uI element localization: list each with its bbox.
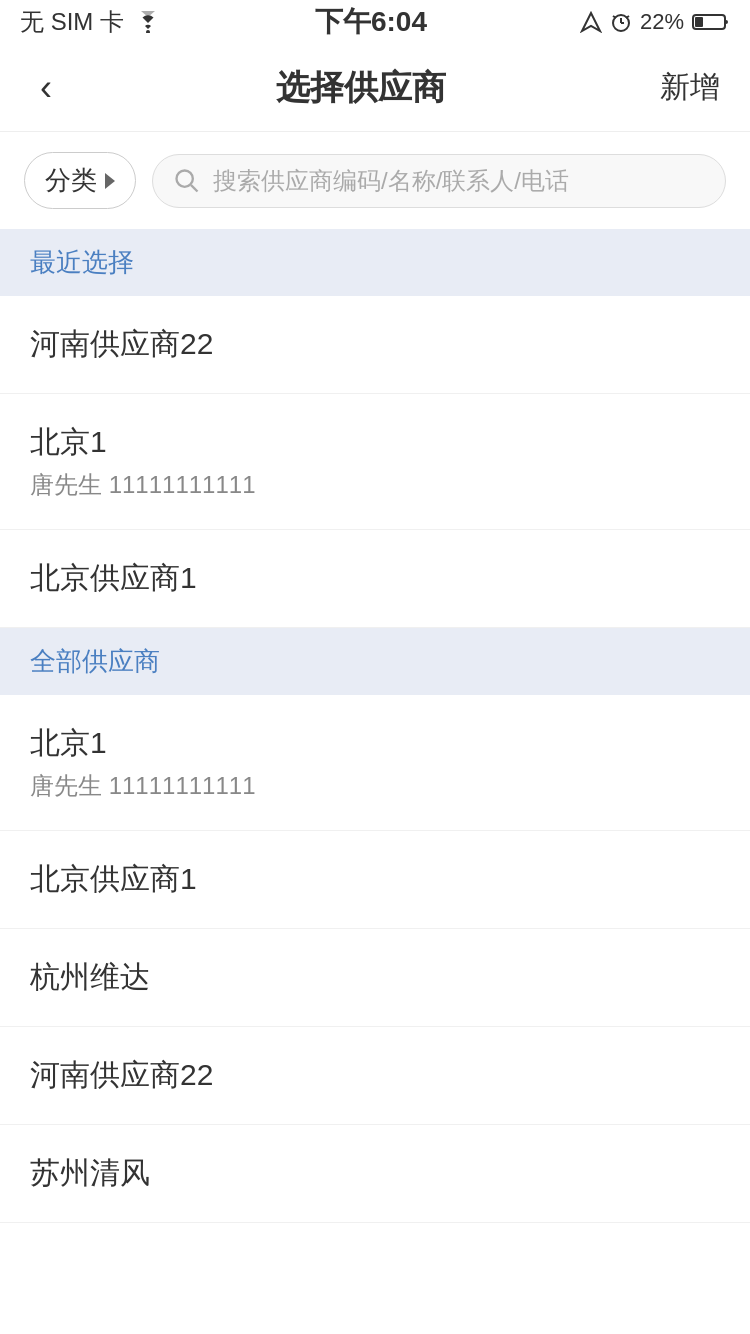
all-list: 北京1 唐先生 11111111111 北京供应商1 杭州维达河南供应商22 苏州清风 — [0, 695, 750, 1223]
all-section-label: 全部供应商 — [30, 646, 160, 676]
battery-icon — [692, 12, 730, 32]
category-label: 分类 — [45, 163, 97, 198]
category-button[interactable]: 分类 — [24, 152, 136, 209]
search-box[interactable]: 搜索供应商编码/名称/联系人/电话 — [152, 154, 726, 208]
back-button[interactable]: ‹ — [30, 57, 62, 119]
status-time: 下午6:04 — [315, 3, 427, 41]
svg-point-0 — [146, 30, 150, 33]
search-placeholder: 搜索供应商编码/名称/联系人/电话 — [213, 165, 569, 197]
status-right: 22% — [580, 9, 730, 35]
list-item[interactable]: 杭州维达 — [0, 929, 750, 1027]
chevron-right-icon — [105, 173, 115, 189]
item-name: 河南供应商22 — [30, 1055, 720, 1096]
list-item[interactable]: 河南供应商22 — [0, 1027, 750, 1125]
status-left: 无 SIM 卡 — [20, 6, 162, 38]
svg-rect-5 — [695, 17, 703, 27]
battery-text: 22% — [640, 9, 684, 35]
item-sub: 唐先生 11111111111 — [30, 770, 720, 802]
search-icon — [173, 167, 201, 195]
item-sub: 唐先生 11111111111 — [30, 469, 720, 501]
svg-line-7 — [191, 185, 197, 191]
sim-status: 无 SIM 卡 — [20, 6, 124, 38]
location-icon — [580, 11, 602, 33]
add-button[interactable]: 新增 — [660, 67, 720, 108]
item-name: 北京供应商1 — [30, 558, 720, 599]
item-name: 苏州清风 — [30, 1153, 720, 1194]
item-name: 河南供应商22 — [30, 324, 720, 365]
list-item[interactable]: 北京供应商1 — [0, 530, 750, 628]
list-item[interactable]: 北京1 唐先生 11111111111 — [0, 695, 750, 831]
filter-bar: 分类 搜索供应商编码/名称/联系人/电话 — [0, 132, 750, 229]
status-bar: 无 SIM 卡 下午6:04 22% — [0, 0, 750, 44]
alarm-icon — [610, 11, 632, 33]
list-item[interactable]: 北京1 唐先生 11111111111 — [0, 394, 750, 530]
svg-point-6 — [177, 170, 193, 186]
recent-section-header: 最近选择 — [0, 229, 750, 296]
item-name: 北京供应商1 — [30, 859, 720, 900]
recent-list: 河南供应商22 北京1 唐先生 11111111111 北京供应商1 — [0, 296, 750, 628]
list-item[interactable]: 北京供应商1 — [0, 831, 750, 929]
nav-bar: ‹ 选择供应商 新增 — [0, 44, 750, 132]
item-name: 杭州维达 — [30, 957, 720, 998]
all-section-header: 全部供应商 — [0, 628, 750, 695]
page-title: 选择供应商 — [276, 65, 446, 111]
wifi-icon — [134, 11, 162, 33]
list-item[interactable]: 河南供应商22 — [0, 296, 750, 394]
recent-section-label: 最近选择 — [30, 247, 134, 277]
list-item[interactable]: 苏州清风 — [0, 1125, 750, 1223]
item-name: 北京1 — [30, 723, 720, 764]
item-name: 北京1 — [30, 422, 720, 463]
